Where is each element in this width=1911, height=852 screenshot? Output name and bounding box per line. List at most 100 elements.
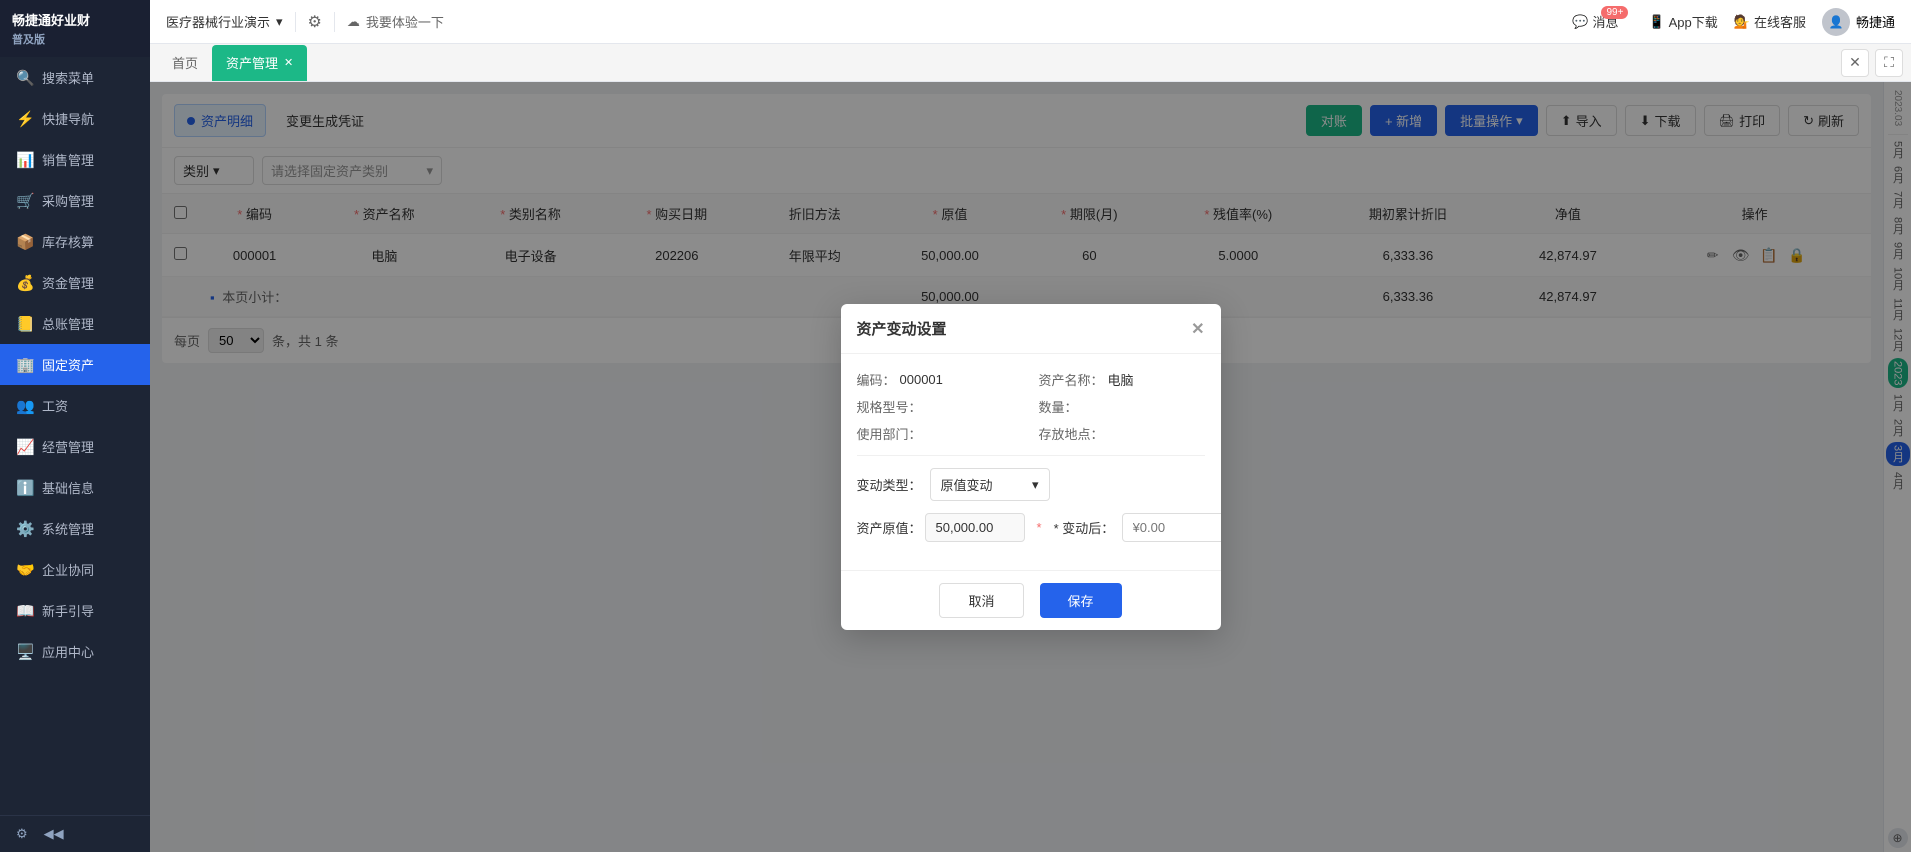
app-name: 畅捷通好业财 <box>12 10 90 29</box>
sidebar-item-label: 快捷导航 <box>42 109 94 128</box>
company-name: 医疗器械行业演示 <box>166 12 270 31</box>
modal-title: 资产变动设置 <box>857 318 947 339</box>
user-info[interactable]: 👤 畅捷通 <box>1822 8 1895 36</box>
content-area: 资产明细 变更生成凭证 对账 + 新增 批量操作 <box>150 82 1911 852</box>
sidebar-item-sales[interactable]: 📊 销售管理 <box>0 139 150 180</box>
assets-icon: 🏢 <box>16 356 34 374</box>
tab-close-btn[interactable]: ✕ <box>1841 49 1869 77</box>
sidebar-item-label: 库存核算 <box>42 232 94 251</box>
collapse-icon[interactable]: ◀◀ <box>44 826 64 842</box>
sidebar: 畅捷通好业财 普及版 🔍 搜索菜单 ⚡ 快捷导航 📊 销售管理 🛒 采购管理 📦… <box>0 0 150 852</box>
name-value: 电脑 <box>1108 370 1134 389</box>
sidebar-item-inventory[interactable]: 📦 库存核算 <box>0 221 150 262</box>
sidebar-item-search[interactable]: 🔍 搜索菜单 <box>0 57 150 98</box>
company-selector[interactable]: 医疗器械行业演示 ▾ <box>166 12 283 31</box>
chevron-down-icon: ▾ <box>276 14 283 30</box>
code-value: 000001 <box>900 372 943 387</box>
sidebar-item-label: 固定资产 <box>42 355 94 374</box>
sidebar-item-label: 总账管理 <box>42 314 94 333</box>
modal-body: 编码： 000001 资产名称： 电脑 规格型号： 数量： <box>841 354 1221 570</box>
avatar: 👤 <box>1822 8 1850 36</box>
sidebar-item-purchase[interactable]: 🛒 采购管理 <box>0 180 150 221</box>
location-label: 存放地点： <box>1039 424 1104 443</box>
online-service-btn[interactable]: 💁 在线客服 <box>1734 12 1806 31</box>
service-icon: 💁 <box>1734 14 1750 30</box>
system-icon: ⚙️ <box>16 520 34 538</box>
chevron-down-icon: ▾ <box>1032 477 1039 493</box>
change-type-value: 原值变动 <box>941 475 993 494</box>
sidebar-item-label: 工资 <box>42 396 68 415</box>
app-center-icon: 🖥️ <box>16 643 34 661</box>
settings-icon[interactable]: ⚙ <box>16 826 28 842</box>
modal-info-grid: 编码： 000001 资产名称： 电脑 规格型号： 数量： <box>857 370 1205 443</box>
modal-close-btn[interactable]: ✕ <box>1191 319 1204 339</box>
sidebar-item-label: 销售管理 <box>42 150 94 169</box>
app-download-label: App下载 <box>1669 12 1718 31</box>
tabs-right: ✕ ⛶ <box>1841 49 1903 77</box>
sidebar-item-label: 经营管理 <box>42 437 94 456</box>
modal-spec: 规格型号： <box>857 397 1023 416</box>
download-icon: 📱 <box>1648 14 1664 30</box>
sidebar-item-business[interactable]: 📈 经营管理 <box>0 426 150 467</box>
main-content: 医疗器械行业演示 ▾ ⚙ ☁ 我要体验一下 💬 消息 99+ 📱 App下载 💁… <box>150 0 1911 852</box>
tab-asset-label: 资产管理 <box>226 53 278 72</box>
name-label: 资产名称： <box>1039 370 1104 389</box>
settings-gear-icon[interactable]: ⚙ <box>308 12 322 32</box>
modal-header: 资产变动设置 ✕ <box>841 304 1221 354</box>
sidebar-item-label: 基础信息 <box>42 478 94 497</box>
required-star: * <box>1037 520 1042 535</box>
modal-location: 存放地点： <box>1039 424 1205 443</box>
sidebar-item-label: 应用中心 <box>42 642 94 661</box>
original-value-label: 资产原值： <box>857 518 917 537</box>
sales-icon: 📊 <box>16 151 34 169</box>
sidebar-item-nav[interactable]: ⚡ 快捷导航 <box>0 98 150 139</box>
app-download-btn[interactable]: 📱 App下载 <box>1648 12 1717 31</box>
topbar: 医疗器械行业演示 ▾ ⚙ ☁ 我要体验一下 💬 消息 99+ 📱 App下载 💁… <box>150 0 1911 44</box>
original-value-display: 50,000.00 <box>925 513 1025 542</box>
after-change-input[interactable] <box>1122 513 1221 542</box>
tab-home[interactable]: 首页 <box>158 45 212 81</box>
business-icon: 📈 <box>16 438 34 456</box>
message-btn[interactable]: 💬 消息 99+ <box>1572 12 1618 31</box>
message-count: 99+ <box>1601 6 1628 19</box>
modal-overlay: 资产变动设置 ✕ 编码： 000001 资产名称： 电脑 <box>150 82 1911 852</box>
sidebar-item-finance[interactable]: 💰 资金管理 <box>0 262 150 303</box>
sidebar-item-fixed-assets[interactable]: 🏢 固定资产 <box>0 344 150 385</box>
change-type-select[interactable]: 原值变动 ▾ <box>930 468 1050 501</box>
username: 畅捷通 <box>1856 12 1895 31</box>
finance-icon: 💰 <box>16 274 34 292</box>
modal-code: 编码： 000001 <box>857 370 1023 389</box>
sidebar-item-guide[interactable]: 📖 新手引导 <box>0 590 150 631</box>
info-icon: ℹ️ <box>16 479 34 497</box>
modal-quantity: 数量： <box>1039 397 1205 416</box>
tab-asset-management[interactable]: 资产管理 ✕ <box>212 45 307 81</box>
save-button[interactable]: 保存 <box>1040 583 1122 618</box>
purchase-icon: 🛒 <box>16 192 34 210</box>
modal-footer: 取消 保存 <box>841 570 1221 630</box>
modal-dept: 使用部门： <box>857 424 1023 443</box>
modal-name: 资产名称： 电脑 <box>1039 370 1205 389</box>
guide-icon: 📖 <box>16 602 34 620</box>
app-logo: 畅捷通好业财 普及版 <box>0 0 150 57</box>
modal-divider <box>857 455 1205 456</box>
dept-label: 使用部门： <box>857 424 922 443</box>
topbar-right: 💬 消息 99+ 📱 App下载 💁 在线客服 👤 畅捷通 <box>1572 8 1895 36</box>
sidebar-item-label: 资金管理 <box>42 273 94 292</box>
sidebar-item-basic-info[interactable]: ℹ️ 基础信息 <box>0 467 150 508</box>
cancel-button[interactable]: 取消 <box>939 583 1023 618</box>
sidebar-item-app-center[interactable]: 🖥️ 应用中心 <box>0 631 150 672</box>
cooperation-icon: 🤝 <box>16 561 34 579</box>
tab-fullscreen-btn[interactable]: ⛶ <box>1875 49 1903 77</box>
sidebar-item-system[interactable]: ⚙️ 系统管理 <box>0 508 150 549</box>
tab-close-icon[interactable]: ✕ <box>284 56 293 69</box>
sidebar-item-payroll[interactable]: 👥 工资 <box>0 385 150 426</box>
change-type-row: 变动类型： 原值变动 ▾ <box>857 468 1205 501</box>
ledger-icon: 📒 <box>16 315 34 333</box>
sidebar-bottom: ⚙ ◀◀ <box>0 815 150 852</box>
sidebar-item-label: 搜索菜单 <box>42 68 94 87</box>
asset-change-modal: 资产变动设置 ✕ 编码： 000001 资产名称： 电脑 <box>841 304 1221 630</box>
sidebar-item-ledger[interactable]: 📒 总账管理 <box>0 303 150 344</box>
sidebar-item-cooperation[interactable]: 🤝 企业协同 <box>0 549 150 590</box>
payroll-icon: 👥 <box>16 397 34 415</box>
experience-btn[interactable]: ☁ 我要体验一下 <box>347 12 444 31</box>
